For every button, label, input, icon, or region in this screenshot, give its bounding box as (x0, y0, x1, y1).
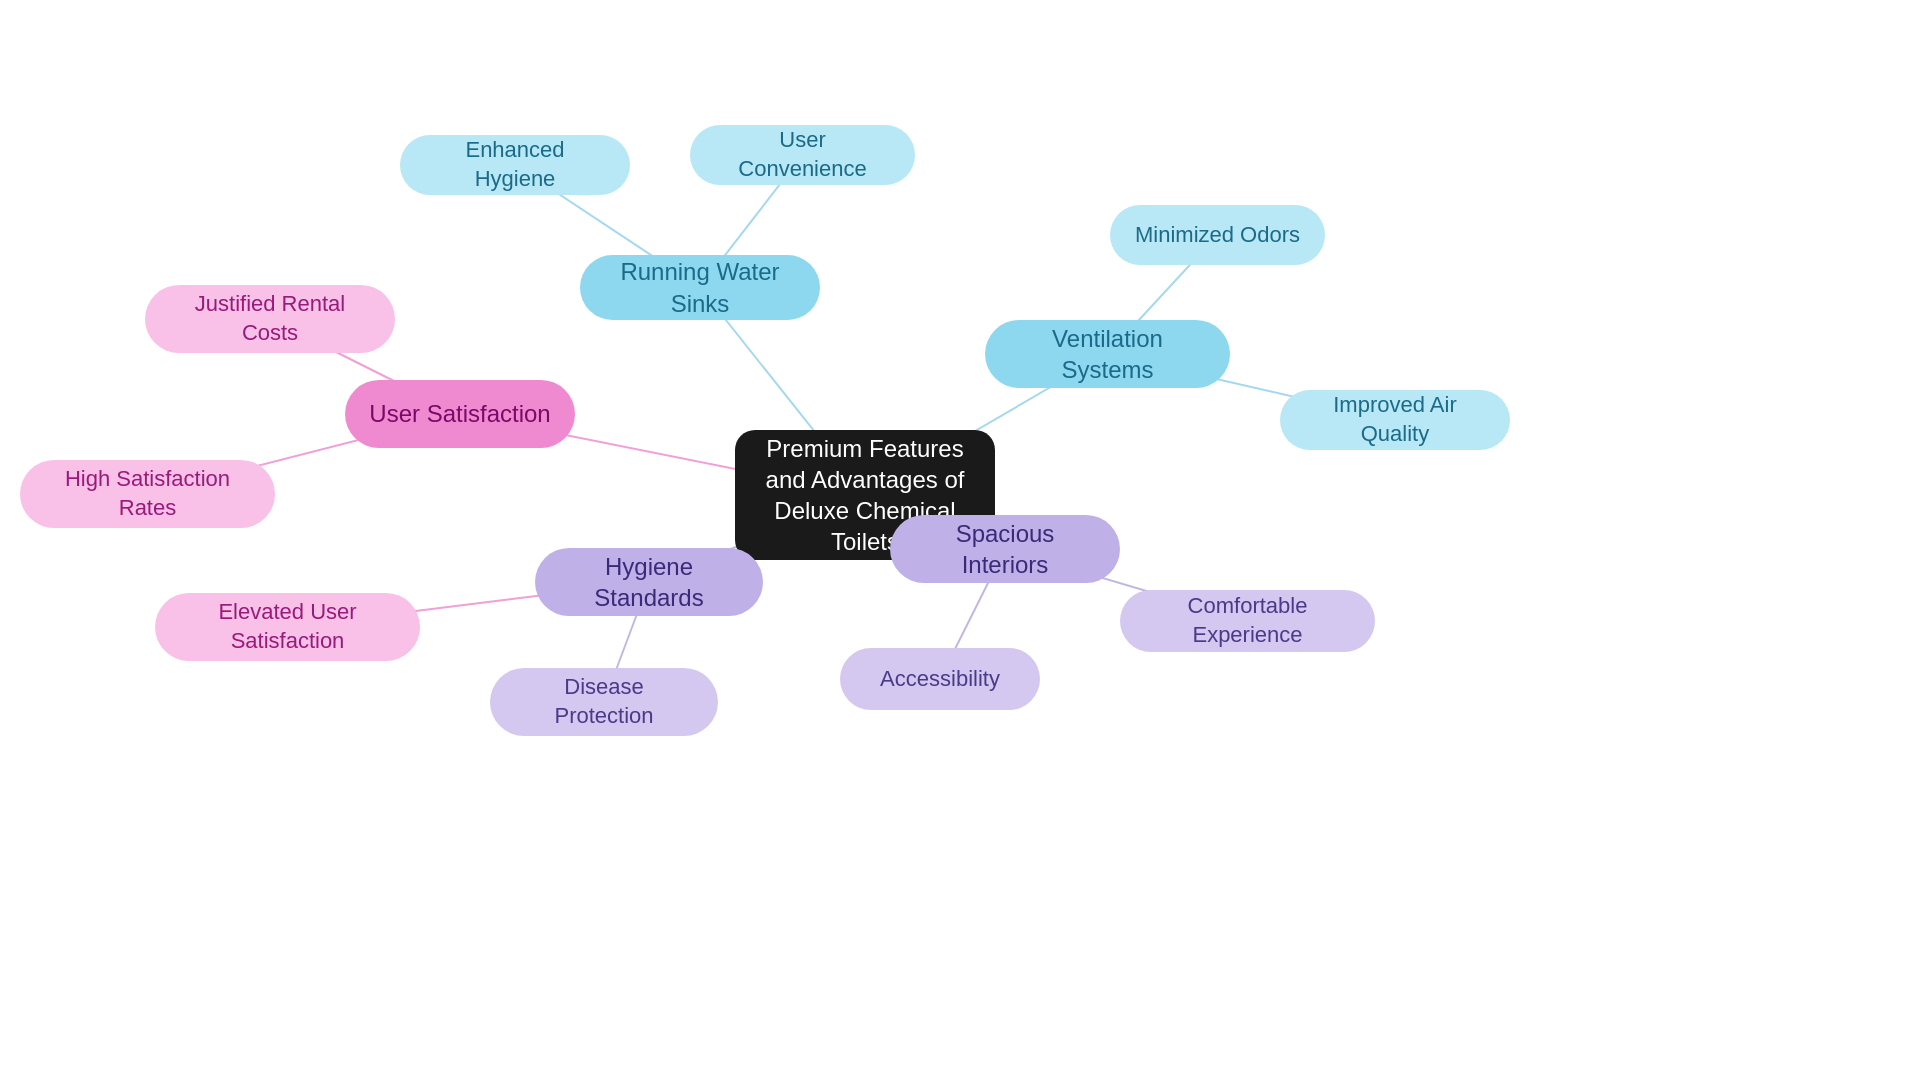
accessibility-node: Accessibility (840, 648, 1040, 710)
user-satisfaction-node: User Satisfaction (345, 380, 575, 448)
high-satisfaction-rates-label: High Satisfaction Rates (44, 465, 251, 522)
user-convenience-node: User Convenience (690, 125, 915, 185)
high-satisfaction-rates-node: High Satisfaction Rates (20, 460, 275, 528)
disease-protection-label: Disease Protection (514, 673, 694, 730)
spacious-interiors-label: Spacious Interiors (914, 518, 1096, 580)
ventilation-systems-label: Ventilation Systems (1009, 323, 1206, 385)
hygiene-standards-label: Hygiene Standards (559, 551, 739, 613)
user-satisfaction-label: User Satisfaction (369, 398, 550, 429)
improved-air-quality-node: Improved Air Quality (1280, 390, 1510, 450)
elevated-user-satisfaction-label: Elevated User Satisfaction (179, 598, 396, 655)
justified-rental-costs-node: Justified Rental Costs (145, 285, 395, 353)
enhanced-hygiene-node: Enhanced Hygiene (400, 135, 630, 195)
minimized-odors-node: Minimized Odors (1110, 205, 1325, 265)
elevated-user-satisfaction-node: Elevated User Satisfaction (155, 593, 420, 661)
minimized-odors-label: Minimized Odors (1135, 221, 1300, 250)
running-water-sinks-node: Running Water Sinks (580, 255, 820, 320)
spacious-interiors-node: Spacious Interiors (890, 515, 1120, 583)
running-water-sinks-label: Running Water Sinks (604, 256, 796, 318)
enhanced-hygiene-label: Enhanced Hygiene (424, 136, 606, 193)
ventilation-systems-node: Ventilation Systems (985, 320, 1230, 388)
user-convenience-label: User Convenience (714, 126, 891, 183)
comfortable-experience-label: Comfortable Experience (1144, 592, 1351, 649)
comfortable-experience-node: Comfortable Experience (1120, 590, 1375, 652)
accessibility-label: Accessibility (880, 665, 1000, 694)
disease-protection-node: Disease Protection (490, 668, 718, 736)
improved-air-quality-label: Improved Air Quality (1304, 391, 1486, 448)
justified-rental-costs-label: Justified Rental Costs (169, 290, 371, 347)
hygiene-standards-node: Hygiene Standards (535, 548, 763, 616)
